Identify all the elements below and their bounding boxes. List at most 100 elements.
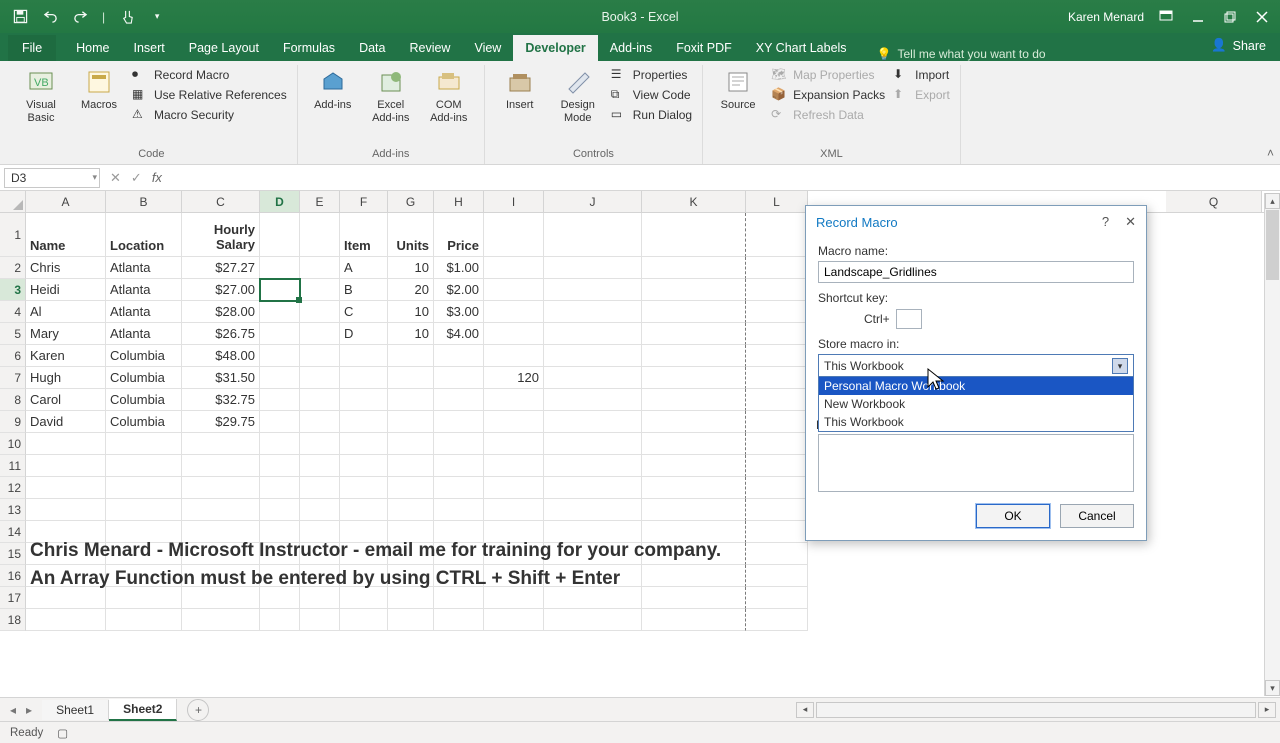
cell[interactable] xyxy=(642,477,746,499)
cell[interactable]: Karen xyxy=(26,345,106,367)
save-icon[interactable] xyxy=(12,9,28,25)
cell[interactable] xyxy=(484,279,544,301)
cell[interactable] xyxy=(544,323,642,345)
col-D[interactable]: D xyxy=(260,191,300,212)
cell[interactable]: Columbia xyxy=(106,411,182,433)
tab-page-layout[interactable]: Page Layout xyxy=(177,35,271,61)
cell[interactable] xyxy=(300,477,340,499)
cell[interactable] xyxy=(300,213,340,257)
cell[interactable] xyxy=(544,345,642,367)
macro-rec-status-icon[interactable]: ▢ xyxy=(57,726,68,740)
row-header[interactable]: 6 xyxy=(0,345,26,367)
fx-icon[interactable]: fx xyxy=(152,170,162,186)
cell[interactable]: Price xyxy=(434,213,484,257)
cell[interactable] xyxy=(300,279,340,301)
collapse-ribbon-icon[interactable]: ˄ xyxy=(1267,146,1274,160)
scroll-down-icon[interactable]: ▾ xyxy=(1265,680,1280,696)
cell[interactable]: $27.27 xyxy=(182,257,260,279)
cell[interactable] xyxy=(746,587,808,609)
run-dialog-button[interactable]: ▭Run Dialog xyxy=(611,107,692,123)
cell[interactable] xyxy=(260,455,300,477)
scroll-right-icon[interactable]: ▸ xyxy=(1258,702,1276,718)
row-header[interactable]: 11 xyxy=(0,455,26,477)
cell[interactable] xyxy=(642,213,746,257)
cell[interactable]: Columbia xyxy=(106,345,182,367)
cell[interactable]: 10 xyxy=(388,301,434,323)
row-header[interactable]: 2 xyxy=(0,257,26,279)
cell[interactable] xyxy=(106,609,182,631)
scroll-left-icon[interactable]: ◂ xyxy=(796,702,814,718)
next-sheet-icon[interactable]: ▸ xyxy=(26,703,32,717)
cell[interactable] xyxy=(746,257,808,279)
row-header[interactable]: 1 xyxy=(0,213,26,257)
refresh-data-button[interactable]: ⟳Refresh Data xyxy=(771,107,885,123)
select-all[interactable] xyxy=(0,191,26,212)
cell[interactable] xyxy=(300,345,340,367)
cell[interactable]: Al xyxy=(26,301,106,323)
user-name[interactable]: Karen Menard xyxy=(1068,10,1144,24)
tab-home[interactable]: Home xyxy=(64,35,121,61)
cell[interactable] xyxy=(746,499,808,521)
cell[interactable] xyxy=(340,345,388,367)
cell[interactable]: $1.00 xyxy=(434,257,484,279)
option-new-workbook[interactable]: New Workbook xyxy=(819,395,1133,413)
cell[interactable] xyxy=(642,323,746,345)
cell[interactable] xyxy=(260,411,300,433)
cell[interactable] xyxy=(388,477,434,499)
cell[interactable] xyxy=(544,411,642,433)
formula-input[interactable] xyxy=(178,168,1280,188)
cell[interactable] xyxy=(260,433,300,455)
cell[interactable]: $4.00 xyxy=(434,323,484,345)
cell[interactable] xyxy=(642,587,746,609)
cell[interactable] xyxy=(26,477,106,499)
cell[interactable] xyxy=(746,323,808,345)
cell[interactable] xyxy=(182,477,260,499)
scroll-up-icon[interactable]: ▴ xyxy=(1265,193,1280,209)
cell[interactable] xyxy=(642,609,746,631)
cell[interactable] xyxy=(300,367,340,389)
macro-name-input[interactable] xyxy=(818,261,1134,283)
restore-icon[interactable] xyxy=(1220,7,1240,27)
row-header[interactable]: 9 xyxy=(0,411,26,433)
cell[interactable]: Name xyxy=(26,213,106,257)
cell[interactable]: 10 xyxy=(388,257,434,279)
col-C[interactable]: C xyxy=(182,191,260,212)
chevron-down-icon[interactable]: ▾ xyxy=(1112,358,1128,374)
ribbon-options-icon[interactable] xyxy=(1156,7,1176,27)
row-header[interactable]: 7 xyxy=(0,367,26,389)
cell[interactable]: Hugh xyxy=(26,367,106,389)
cell[interactable] xyxy=(340,609,388,631)
cell[interactable] xyxy=(434,345,484,367)
col-B[interactable]: B xyxy=(106,191,182,212)
cell[interactable] xyxy=(642,499,746,521)
cell[interactable] xyxy=(434,609,484,631)
cell[interactable] xyxy=(260,301,300,323)
cell[interactable] xyxy=(26,499,106,521)
cell[interactable]: $3.00 xyxy=(434,301,484,323)
row-header[interactable]: 4 xyxy=(0,301,26,323)
cell[interactable] xyxy=(746,367,808,389)
cell[interactable] xyxy=(300,257,340,279)
cell[interactable] xyxy=(300,499,340,521)
expansion-packs-button[interactable]: 📦Expansion Packs xyxy=(771,87,885,103)
tab-developer[interactable]: Developer xyxy=(513,35,597,61)
cell[interactable] xyxy=(300,411,340,433)
cell[interactable] xyxy=(388,455,434,477)
cell[interactable] xyxy=(642,433,746,455)
cell[interactable] xyxy=(746,411,808,433)
cell[interactable] xyxy=(642,455,746,477)
cell[interactable] xyxy=(544,499,642,521)
map-props-button[interactable]: 🗺Map Properties xyxy=(771,67,885,83)
cell[interactable] xyxy=(484,477,544,499)
cell[interactable] xyxy=(26,609,106,631)
cell[interactable] xyxy=(340,367,388,389)
cell[interactable] xyxy=(340,587,388,609)
cell[interactable] xyxy=(106,455,182,477)
cell[interactable] xyxy=(26,587,106,609)
tab-view[interactable]: View xyxy=(462,35,513,61)
col-A[interactable]: A xyxy=(26,191,106,212)
cell[interactable] xyxy=(642,411,746,433)
col-F[interactable]: F xyxy=(340,191,388,212)
cell[interactable] xyxy=(260,477,300,499)
cell[interactable] xyxy=(484,301,544,323)
